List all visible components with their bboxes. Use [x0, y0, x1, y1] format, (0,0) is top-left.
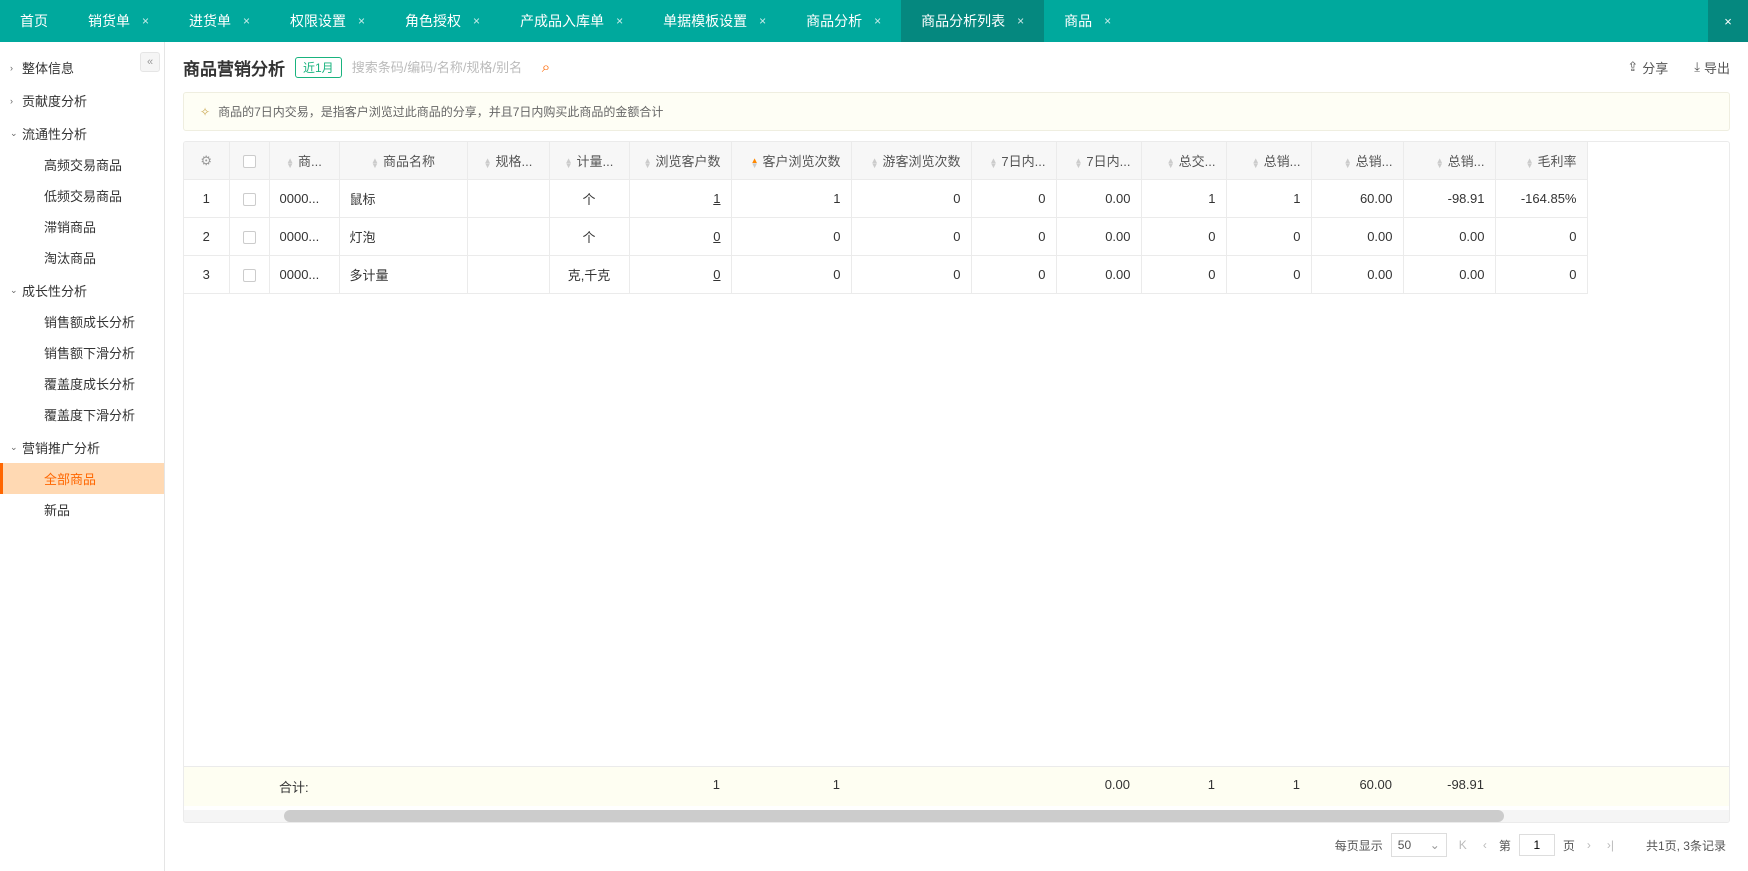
column-name[interactable]: ▲▼商品名称	[339, 142, 467, 180]
checkbox-icon	[243, 269, 256, 282]
sidebar-item-coverage-growth[interactable]: 覆盖度成长分析	[0, 368, 164, 399]
column-unit[interactable]: ▲▼计量...	[549, 142, 629, 180]
page-header: 商品营销分析 近1月 ⌕ ⇪分享 ⤓导出	[183, 54, 1730, 92]
bulb-icon: ✧	[200, 105, 210, 119]
close-icon[interactable]: ×	[759, 14, 766, 28]
close-icon[interactable]: ×	[243, 14, 250, 28]
next-page-button[interactable]: ›	[1583, 838, 1595, 852]
sidebar-group-contribution[interactable]: ›贡献度分析	[0, 85, 164, 116]
totals-row: 合计: 1 1 0.00 1 1 60.00 -98.91	[184, 766, 1729, 806]
sidebar-item-new-products[interactable]: 新品	[0, 494, 164, 525]
share-button[interactable]: ⇪分享	[1627, 58, 1668, 77]
column-browse-customers[interactable]: ▲▼浏览客户数	[629, 142, 731, 180]
column-checkbox-all[interactable]	[229, 142, 269, 180]
first-page-button[interactable]: K	[1455, 838, 1471, 852]
table-row[interactable]: 2 0000... 灯泡 个 0 0 0 0 0.00 0	[184, 218, 1587, 256]
sidebar-item-stagnant[interactable]: 滞销商品	[0, 211, 164, 242]
column-total-sell2[interactable]: ▲▼总销...	[1311, 142, 1403, 180]
chevron-down-icon: ⌄	[10, 285, 18, 296]
column-spec[interactable]: ▲▼规格...	[467, 142, 549, 180]
table-header-row: ⚙ ▲▼商... ▲▼商品名称 ▲▼规格... ▲▼计量... ▲▼浏览客户数 …	[184, 142, 1587, 180]
close-all-tabs-button[interactable]: ×	[1708, 0, 1748, 42]
tab-permissions[interactable]: 权限设置×	[270, 0, 385, 42]
horizontal-scrollbar[interactable]	[184, 810, 1729, 822]
main-content: 商品营销分析 近1月 ⌕ ⇪分享 ⤓导出 ✧ 商品的7日内交易，是指客户浏览过此…	[165, 42, 1748, 871]
sidebar-item-sales-decline[interactable]: 销售额下滑分析	[0, 337, 164, 368]
period-chip[interactable]: 近1月	[295, 57, 342, 78]
drill-link[interactable]: 0	[713, 267, 720, 282]
page-title: 商品营销分析	[183, 55, 285, 80]
sidebar-item-coverage-decline[interactable]: 覆盖度下滑分析	[0, 399, 164, 430]
share-icon: ⇪	[1627, 59, 1638, 75]
chevron-right-icon: ›	[10, 96, 13, 106]
tab-product-analysis-list[interactable]: 商品分析列表×	[901, 0, 1044, 42]
search-icon[interactable]: ⌕	[542, 59, 550, 76]
sidebar-item-sales-growth[interactable]: 销售额成长分析	[0, 306, 164, 337]
close-icon[interactable]: ×	[874, 14, 881, 28]
export-icon: ⤓	[1694, 59, 1700, 75]
tabs-bar: 首页 销货单× 进货单× 权限设置× 角色授权× 产成品入库单× 单据模板设置×…	[0, 0, 1748, 42]
totals-label: 合计:	[269, 767, 339, 806]
column-total-trade[interactable]: ▲▼总交...	[1141, 142, 1226, 180]
sidebar-group-overall[interactable]: ›整体信息	[0, 52, 164, 83]
perpage-label: 每页显示	[1335, 837, 1383, 854]
close-icon[interactable]: ×	[1017, 14, 1024, 28]
data-table: ⚙ ▲▼商... ▲▼商品名称 ▲▼规格... ▲▼计量... ▲▼浏览客户数 …	[183, 141, 1730, 823]
gear-icon: ⚙	[200, 153, 212, 168]
chevron-down-icon: ⌄	[10, 442, 18, 453]
search-input[interactable]	[352, 54, 532, 80]
column-customer-views[interactable]: ▲▼客户浏览次数	[731, 142, 851, 180]
perpage-select[interactable]: 50	[1391, 833, 1447, 857]
chevron-right-icon: ›	[10, 63, 13, 73]
tab-sales[interactable]: 销货单×	[68, 0, 169, 42]
page-input[interactable]	[1519, 834, 1555, 856]
checkbox-icon	[243, 193, 256, 206]
prev-page-button[interactable]: ‹	[1479, 838, 1491, 852]
close-icon[interactable]: ×	[142, 14, 149, 28]
hint-bar: ✧ 商品的7日内交易，是指客户浏览过此商品的分享，并且7日内购买此商品的金额合计	[183, 92, 1730, 131]
export-button[interactable]: ⤓导出	[1694, 58, 1730, 77]
tab-home[interactable]: 首页	[0, 0, 68, 42]
tab-doc-template[interactable]: 单据模板设置×	[643, 0, 786, 42]
column-7day-a[interactable]: ▲▼7日内...	[971, 142, 1056, 180]
column-total-sell3[interactable]: ▲▼总销...	[1403, 142, 1495, 180]
sidebar-item-high-freq[interactable]: 高频交易商品	[0, 149, 164, 180]
table-row[interactable]: 1 0000... 鼠标 个 1 1 0 0 0.00 1	[184, 180, 1587, 218]
column-total-sell1[interactable]: ▲▼总销...	[1226, 142, 1311, 180]
column-margin[interactable]: ▲▼毛利率	[1495, 142, 1587, 180]
sidebar-item-low-freq[interactable]: 低频交易商品	[0, 180, 164, 211]
table-row[interactable]: 3 0000... 多计量 克,千克 0 0 0 0 0.00 0	[184, 256, 1587, 294]
column-settings[interactable]: ⚙	[184, 142, 229, 180]
drill-link[interactable]: 0	[713, 229, 720, 244]
close-icon[interactable]: ×	[1104, 14, 1111, 28]
sidebar-item-all-products[interactable]: 全部商品	[0, 463, 164, 494]
checkbox-icon	[243, 155, 256, 168]
sidebar: « ›整体信息 ›贡献度分析 ⌄流通性分析 高频交易商品 低频交易商品 滞销商品…	[0, 42, 165, 871]
tab-product[interactable]: 商品×	[1044, 0, 1131, 42]
column-7day-b[interactable]: ▲▼7日内...	[1056, 142, 1141, 180]
close-icon[interactable]: ×	[358, 14, 365, 28]
sidebar-item-obsolete[interactable]: 淘汰商品	[0, 242, 164, 273]
tab-roles[interactable]: 角色授权×	[385, 0, 500, 42]
sidebar-group-growth[interactable]: ⌄成长性分析	[0, 275, 164, 306]
close-icon[interactable]: ×	[616, 14, 623, 28]
page-label-pre: 第	[1499, 837, 1511, 854]
sidebar-group-circulation[interactable]: ⌄流通性分析	[0, 118, 164, 149]
tab-production[interactable]: 产成品入库单×	[500, 0, 643, 42]
column-visitor-views[interactable]: ▲▼游客浏览次数	[851, 142, 971, 180]
sidebar-group-marketing[interactable]: ⌄营销推广分析	[0, 432, 164, 463]
pagination-info: 共1页, 3条记录	[1646, 837, 1726, 854]
last-page-button[interactable]: ›|	[1603, 838, 1618, 852]
tab-purchase[interactable]: 进货单×	[169, 0, 270, 42]
hint-text: 商品的7日内交易，是指客户浏览过此商品的分享，并且7日内购买此商品的金额合计	[218, 103, 663, 120]
drill-link[interactable]: 1	[713, 191, 720, 206]
pagination: 每页显示 50 K ‹ 第 页 › ›| 共1页, 3条记录	[183, 823, 1730, 871]
page-label-post: 页	[1563, 837, 1575, 854]
column-code[interactable]: ▲▼商...	[269, 142, 339, 180]
close-icon[interactable]: ×	[473, 14, 480, 28]
chevron-down-icon: ⌄	[10, 128, 18, 139]
checkbox-icon	[243, 231, 256, 244]
tab-product-analysis[interactable]: 商品分析×	[786, 0, 901, 42]
